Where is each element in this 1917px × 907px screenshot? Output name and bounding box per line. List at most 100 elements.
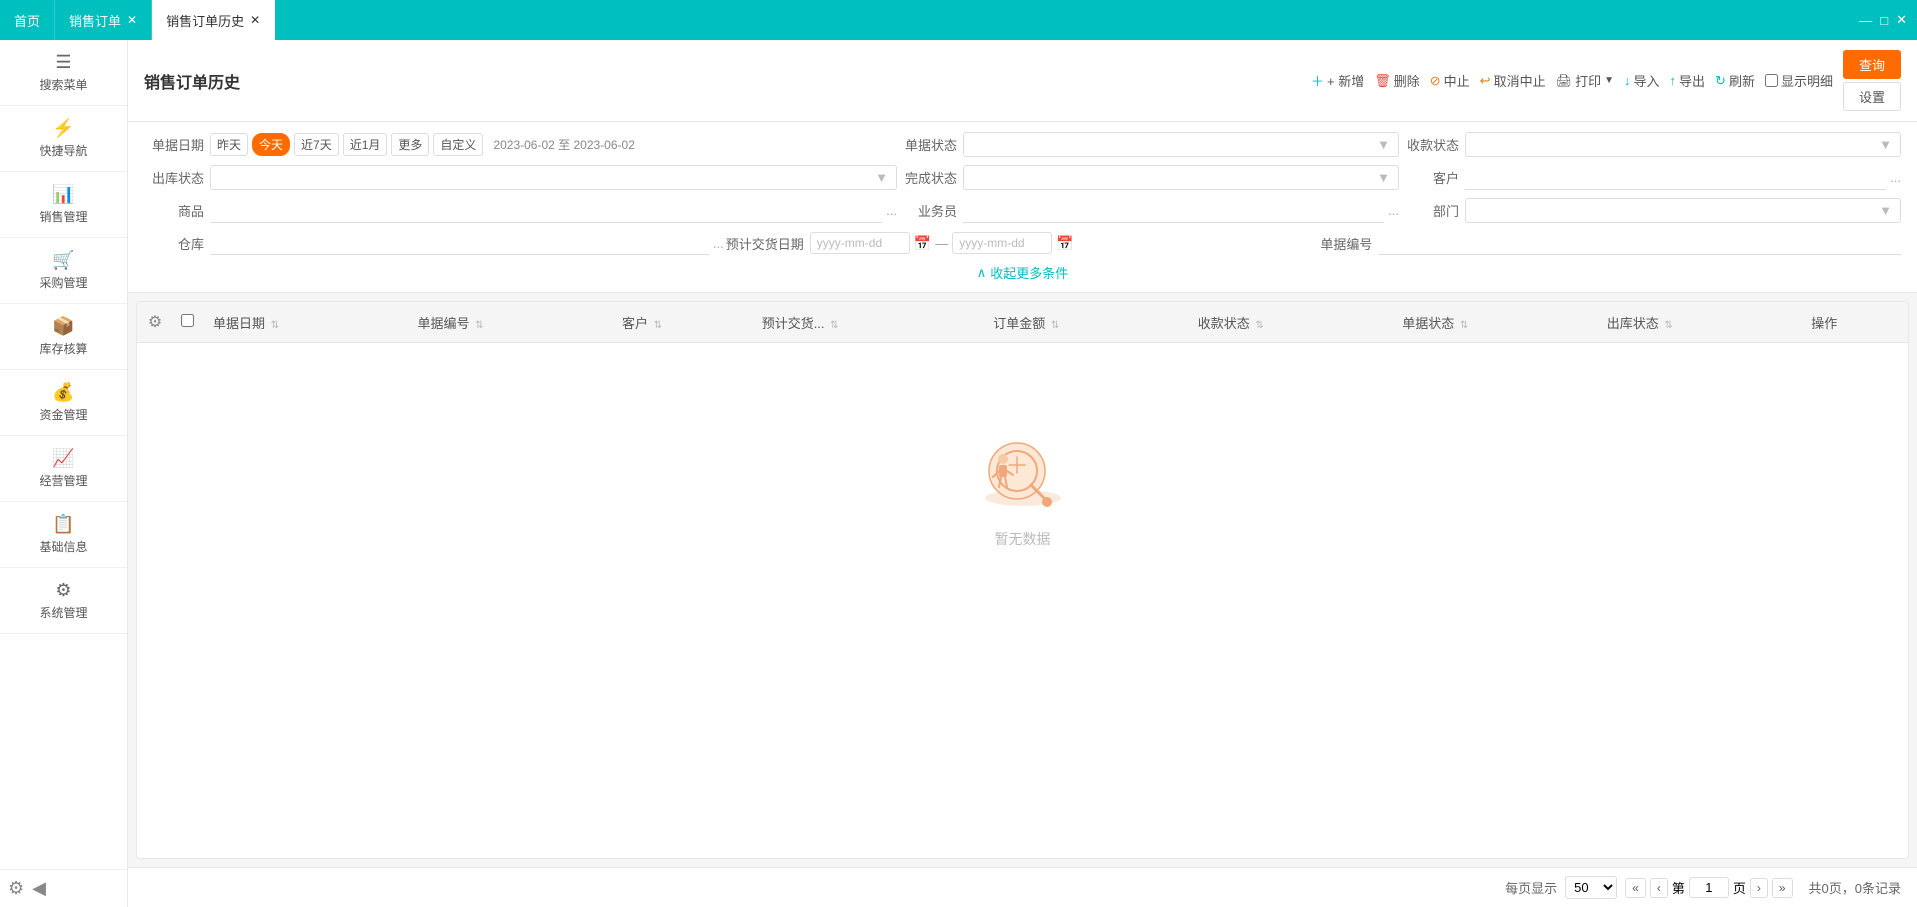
date-btn-more[interactable]: 更多	[391, 133, 429, 156]
close-window-icon[interactable]: ✕	[1896, 12, 1907, 28]
minimize-icon[interactable]: —	[1859, 13, 1872, 28]
toolbar: ＋ + 新增 🗑 删除 ⊘ 中止 ↩ 取消中止 🖨 打印	[1311, 50, 1901, 111]
top-bar: 首页 销售订单 ✕ 销售订单历史 ✕ — □ ✕	[0, 0, 1917, 40]
number-sort-icon[interactable]: ⇅	[475, 320, 483, 331]
order-number-input[interactable]	[1378, 231, 1901, 255]
expected-date-from[interactable]: yyyy-mm-dd	[810, 232, 910, 254]
salesperson-dots[interactable]: ...	[1388, 203, 1399, 218]
refresh-button[interactable]: ↻ 刷新	[1715, 71, 1755, 90]
date-btn-today[interactable]: 今天	[252, 133, 290, 156]
th-action: 操作	[1803, 302, 1908, 343]
th-expected-date: 预计交货... ⇅	[754, 302, 986, 343]
sidebar-item-base-info[interactable]: 📋 基础信息	[0, 502, 127, 568]
export-button[interactable]: ↑ 导出	[1670, 71, 1706, 90]
sidebar-item-sales[interactable]: 📊 销售管理	[0, 172, 127, 238]
settings-button[interactable]: 设置	[1843, 82, 1901, 111]
delete-label: 删除	[1394, 71, 1420, 90]
product-input[interactable]	[210, 199, 882, 223]
last-page-button[interactable]: »	[1772, 878, 1793, 898]
date-btn-yesterday[interactable]: 昨天	[210, 133, 248, 156]
page-label: 第	[1672, 878, 1685, 897]
display-cols-checkbox[interactable]	[1765, 74, 1778, 87]
system-icon: ⚙	[55, 580, 71, 601]
payment-status-label: 收款状态	[1399, 135, 1459, 154]
sidebar-item-search[interactable]: ☰ 搜索菜单	[0, 40, 127, 106]
next-page-button[interactable]: ›	[1750, 878, 1768, 898]
expected-date-group: yyyy-mm-dd 📅 — yyyy-mm-dd 📅	[810, 232, 1074, 254]
sidebar-item-inventory[interactable]: 📦 库存核算	[0, 304, 127, 370]
tab-home[interactable]: 首页	[0, 0, 55, 40]
collapse-more-btn[interactable]: ∧ 收起更多条件	[144, 263, 1901, 282]
shipment-sort-icon[interactable]: ⇅	[1664, 320, 1672, 331]
empty-text: 暂无数据	[995, 529, 1051, 549]
content-area: 销售订单历史 ＋ + 新增 🗑 删除 ⊘ 中止 ↩ 取消中止	[128, 40, 1917, 907]
tab-sales-order[interactable]: 销售订单 ✕	[55, 0, 152, 40]
date-btn-1month[interactable]: 近1月	[343, 133, 388, 156]
first-page-button[interactable]: «	[1625, 878, 1646, 898]
new-button[interactable]: ＋ + 新增	[1311, 71, 1364, 90]
sidebar-item-operations[interactable]: 📈 经营管理	[0, 436, 127, 502]
per-page-select[interactable]: 50 10 20 100	[1565, 876, 1617, 899]
sidebar-item-purchase[interactable]: 🛒 采购管理	[0, 238, 127, 304]
tab-sales-order-history[interactable]: 销售订单历史 ✕	[152, 0, 275, 40]
expected-date-to-cal-icon[interactable]: 📅	[1056, 235, 1073, 252]
expected-date-sort-icon[interactable]: ⇅	[830, 320, 838, 331]
query-button[interactable]: 查询	[1843, 50, 1901, 79]
page-number-input[interactable]	[1689, 877, 1729, 898]
purchase-icon: 🛒	[52, 250, 74, 271]
product-dots[interactable]: ...	[886, 203, 897, 218]
th-checkbox	[173, 302, 205, 343]
table-area: ⚙ 单据日期 ⇅ 单据编号 ⇅	[136, 301, 1909, 859]
customer-input[interactable]	[1465, 166, 1886, 190]
date-btn-custom[interactable]: 自定义	[433, 133, 483, 156]
warehouse-input[interactable]	[210, 231, 709, 255]
date-btn-7days[interactable]: 近7天	[294, 133, 339, 156]
stop-button[interactable]: ⊘ 中止	[1430, 71, 1470, 90]
order-status-arrow-icon: ▼	[1377, 137, 1390, 152]
delete-button[interactable]: 🗑 删除	[1374, 71, 1420, 90]
select-all-checkbox[interactable]	[181, 314, 194, 327]
completion-status-select[interactable]: ▼	[963, 165, 1399, 190]
close-history-tab-icon[interactable]: ✕	[250, 13, 260, 27]
cancel-stop-button[interactable]: ↩ 取消中止	[1480, 71, 1546, 90]
prev-page-button[interactable]: ‹	[1650, 878, 1668, 898]
inventory-icon: 📦	[52, 316, 74, 337]
shipment-status-select[interactable]: ▼	[210, 165, 897, 190]
date-control: 昨天 今天 近7天 近1月 更多 自定义 2023-06-02 至 2023-0…	[210, 133, 897, 156]
sidebar-item-search-label: 搜索菜单	[39, 76, 87, 93]
display-cols-toggle[interactable]: 显示明细	[1765, 71, 1833, 90]
payment-sort-icon[interactable]: ⇅	[1255, 320, 1263, 331]
cancel-label: 取消中止	[1494, 71, 1546, 90]
sidebar-settings-icon[interactable]: ⚙	[8, 878, 24, 899]
display-cols-label: 显示明细	[1781, 71, 1833, 90]
warehouse-dots[interactable]: ...	[713, 236, 724, 251]
shipment-status-label: 出库状态	[144, 168, 204, 187]
refresh-icon: ↻	[1715, 73, 1726, 89]
print-button[interactable]: 🖨 打印 ▼	[1556, 71, 1614, 90]
amount-sort-icon[interactable]: ⇅	[1051, 320, 1059, 331]
print-dropdown-icon[interactable]: ▼	[1604, 75, 1614, 86]
sidebar-item-finance-label: 资金管理	[39, 406, 87, 423]
th-number-label: 单据编号	[418, 316, 470, 331]
department-select[interactable]: ▼	[1465, 198, 1901, 223]
import-button[interactable]: ↓ 导入	[1624, 71, 1660, 90]
sidebar-item-system[interactable]: ⚙ 系统管理	[0, 568, 127, 634]
sidebar-item-quick-nav[interactable]: ⚡ 快捷导航	[0, 106, 127, 172]
customer-dots[interactable]: ...	[1890, 170, 1901, 185]
salesperson-input[interactable]	[963, 199, 1384, 223]
sidebar-item-finance[interactable]: 💰 资金管理	[0, 370, 127, 436]
date-sort-icon[interactable]: ⇅	[271, 320, 279, 331]
expected-date-from-cal-icon[interactable]: 📅	[914, 235, 931, 252]
customer-sort-icon[interactable]: ⇅	[654, 320, 662, 331]
column-settings-icon[interactable]: ⚙	[148, 314, 162, 331]
date-range-display: 2023-06-02 至 2023-06-02	[493, 136, 634, 153]
tab-sales-order-history-label: 销售订单历史	[166, 11, 244, 30]
order-status-select[interactable]: ▼	[963, 132, 1399, 157]
order-status-sort-icon[interactable]: ⇅	[1460, 320, 1468, 331]
expected-date-to[interactable]: yyyy-mm-dd	[952, 232, 1052, 254]
maximize-icon[interactable]: □	[1880, 13, 1888, 28]
close-sales-order-tab-icon[interactable]: ✕	[127, 13, 137, 27]
sidebar-collapse-icon[interactable]: ◀	[32, 878, 46, 899]
print-label: 打印	[1575, 71, 1601, 90]
payment-status-select[interactable]: ▼	[1465, 132, 1901, 157]
